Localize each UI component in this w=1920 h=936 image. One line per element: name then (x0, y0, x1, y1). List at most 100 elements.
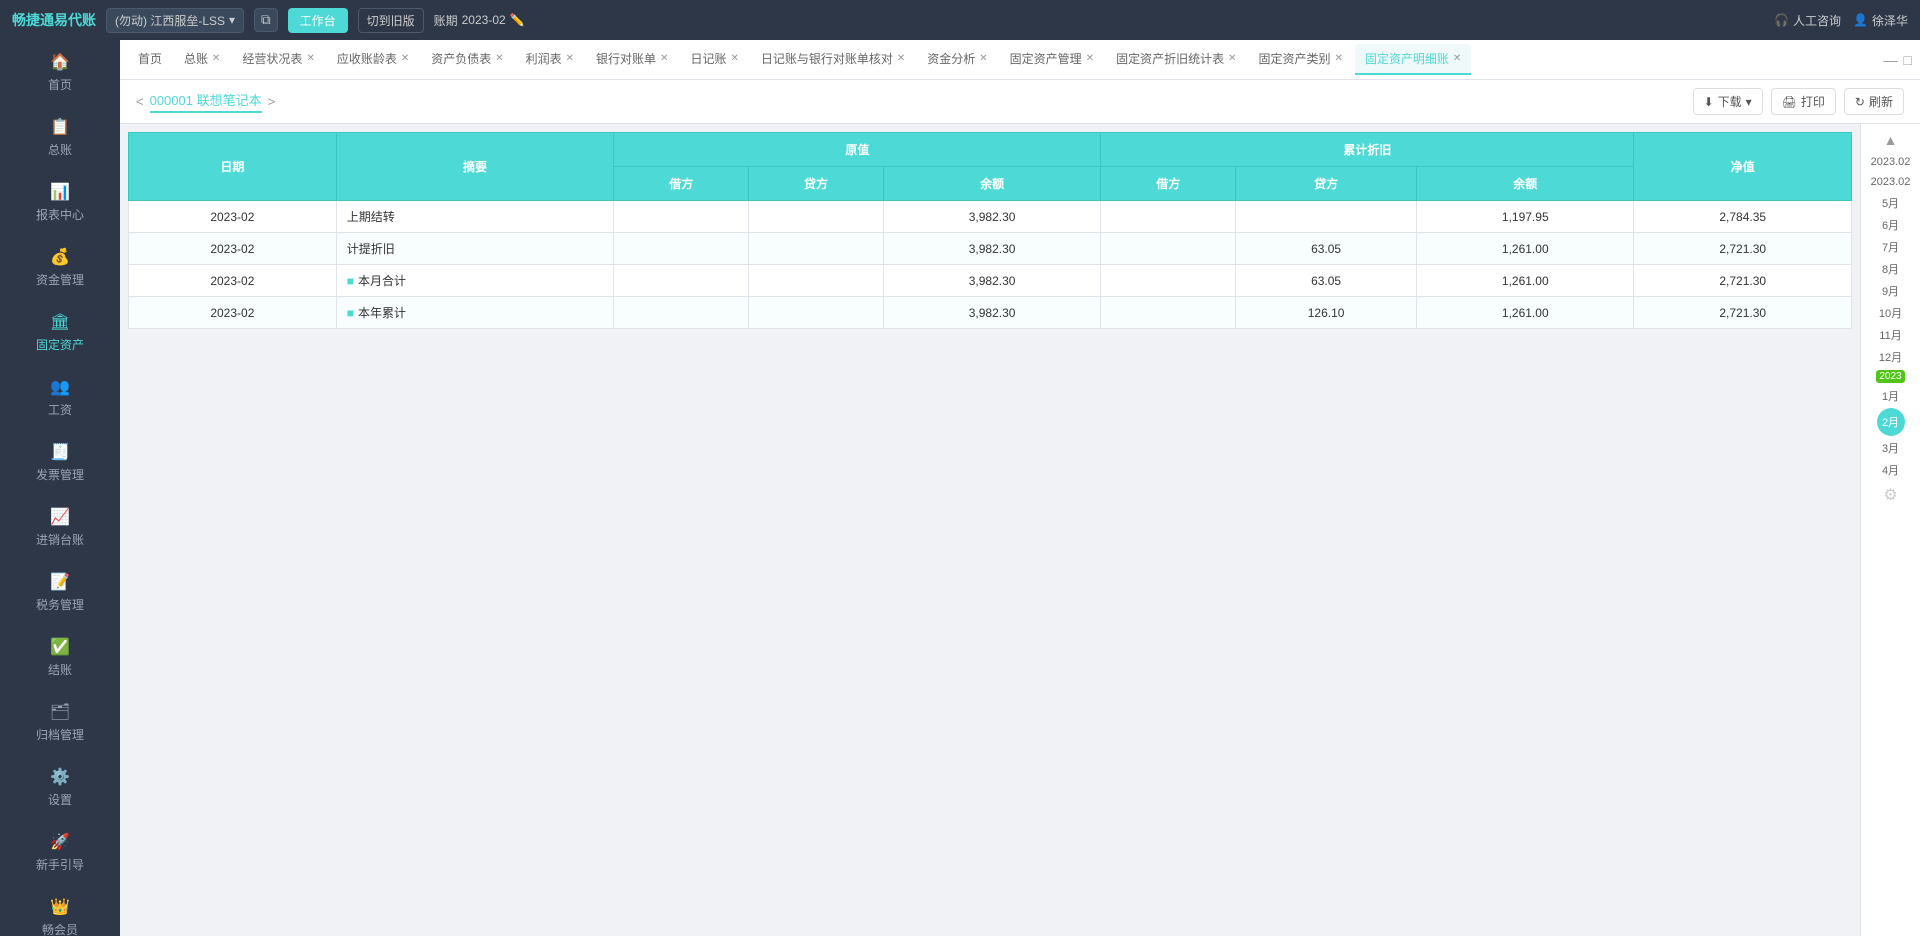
sidebar: 🏠 首页 📋 总账 📊 报表中心 💰 资金管理 🏛 固定资产 👥 工资 🧾 发票… (0, 40, 120, 936)
tab-capital-close[interactable]: ✕ (979, 53, 987, 64)
tab-assets-close[interactable]: ✕ (495, 53, 503, 64)
topbar-right: 🎧 人工咨询 👤 徐泽华 (1774, 12, 1908, 29)
tab-bank-close[interactable]: ✕ (660, 53, 668, 64)
ledger-icon: 📋 (50, 117, 70, 137)
company-selector[interactable]: (勿动) 江西服垒-LSS ▾ (106, 8, 244, 33)
cal-month-1[interactable]: 1月 (1861, 385, 1920, 407)
sidebar-item-invoice[interactable]: 🧾 发票管理 (0, 430, 120, 495)
sidebar-item-capital[interactable]: 💰 资金管理 (0, 235, 120, 300)
sidebar-label-settings: 设置 (48, 791, 72, 808)
main-content: 日期 摘要 原值 累计折旧 净值 借方 贷方 余额 借方 贷方 余额 (120, 124, 1920, 936)
refresh-button[interactable]: ↻ 刷新 (1844, 88, 1904, 115)
sidebar-item-settings[interactable]: ⚙️ 设置 (0, 755, 120, 820)
tab-receivable[interactable]: 应收账龄表 ✕ (327, 44, 419, 75)
cell-dep-credit: 126.10 (1236, 297, 1417, 329)
calendar-settings-icon[interactable]: ⚙ (1879, 481, 1901, 509)
tab-journal-close[interactable]: ✕ (730, 53, 738, 64)
tab-ledger[interactable]: 总账 ✕ (174, 44, 230, 75)
sidebar-item-archive[interactable]: 🗂 归档管理 (0, 690, 120, 755)
breadcrumb-forward[interactable]: > (268, 94, 276, 109)
calendar-scroll-up[interactable]: ▲ (1880, 128, 1902, 152)
tab-minimize-icon[interactable]: — (1884, 52, 1898, 68)
invoice-icon: 🧾 (50, 442, 70, 462)
tab-journal[interactable]: 日记账 ✕ (680, 44, 748, 75)
tab-receivable-close[interactable]: ✕ (401, 53, 409, 64)
calendar-year-1: 2023.02 (1869, 152, 1913, 172)
support-label: 人工咨询 (1793, 12, 1841, 29)
tab-capital[interactable]: 资金分析 ✕ (917, 44, 997, 75)
tab-ledger-close[interactable]: ✕ (212, 53, 220, 64)
sidebar-label-payroll: 工资 (48, 401, 72, 418)
tab-fixed-dep-close[interactable]: ✕ (1228, 53, 1236, 64)
tab-maximize-icon[interactable]: □ (1904, 52, 1912, 68)
tab-fixed-cat-label: 固定资产类别 (1258, 50, 1330, 67)
cell-dep-debit (1101, 201, 1236, 233)
cal-month-5[interactable]: 5月 (1861, 192, 1920, 214)
cal-month-6[interactable]: 6月 (1861, 214, 1920, 236)
tab-fixed-dep[interactable]: 固定资产折旧统计表 ✕ (1106, 44, 1246, 75)
sales-icon: 📈 (50, 507, 70, 527)
refresh-icon: ↻ (1855, 95, 1865, 109)
refresh-label: 刷新 (1869, 93, 1893, 110)
cal-month-7[interactable]: 7月 (1861, 236, 1920, 258)
cell-date: 2023-02 (129, 233, 337, 265)
tab-fixed-mgmt-close[interactable]: ✕ (1086, 53, 1094, 64)
cell-desc: 上期结转 (336, 201, 614, 233)
tab-business[interactable]: 经营状况表 ✕ (232, 44, 324, 75)
support-button[interactable]: 🎧 人工咨询 (1774, 12, 1841, 29)
cal-month-9[interactable]: 9月 (1861, 280, 1920, 302)
cell-desc: ■本月合计 (336, 265, 614, 297)
sidebar-item-settle[interactable]: ✅ 结账 (0, 625, 120, 690)
content-area: 首页 总账 ✕ 经营状况表 ✕ 应收账龄表 ✕ 资产负债表 ✕ 利润表 ✕ (120, 40, 1920, 936)
breadcrumb-back[interactable]: < (136, 94, 144, 109)
tab-assets[interactable]: 资产负债表 ✕ (421, 44, 513, 75)
tab-bank[interactable]: 银行对账单 ✕ (586, 44, 678, 75)
cal-month-4[interactable]: 4月 (1861, 459, 1920, 481)
download-icon: ⬇ (1704, 95, 1714, 109)
sidebar-item-member[interactable]: 👑 畅会员 (0, 885, 120, 936)
sidebar-label-guide: 新手引导 (36, 856, 84, 873)
user-name: 徐泽华 (1872, 12, 1908, 29)
th-original: 原值 (614, 133, 1101, 167)
settle-icon: ✅ (50, 637, 70, 657)
breadcrumb-current[interactable]: 000001 联想笔记本 (150, 90, 262, 113)
cal-month-12[interactable]: 12月 (1861, 346, 1920, 368)
tab-journal-bank[interactable]: 日记账与银行对账单核对 ✕ (751, 44, 915, 75)
sidebar-item-home[interactable]: 🏠 首页 (0, 40, 120, 105)
switch-version-button[interactable]: 切到旧版 (358, 8, 424, 33)
user-menu[interactable]: 👤 徐泽华 (1853, 12, 1908, 29)
cal-month-10[interactable]: 10月 (1861, 302, 1920, 324)
th-orig-credit: 贷方 (749, 167, 884, 201)
tab-home[interactable]: 首页 (128, 44, 172, 75)
download-button[interactable]: ⬇ 下载 ▾ (1693, 88, 1763, 115)
cal-month-2[interactable]: 2月 (1877, 408, 1905, 436)
tab-business-close[interactable]: ✕ (306, 53, 314, 64)
print-button[interactable]: 🖨 打印 (1771, 88, 1836, 115)
sidebar-item-tax[interactable]: 📝 税务管理 (0, 560, 120, 625)
sidebar-item-ledger[interactable]: 📋 总账 (0, 105, 120, 170)
cal-month-3[interactable]: 3月 (1861, 437, 1920, 459)
tab-fixed-mgmt[interactable]: 固定资产管理 ✕ (1000, 44, 1104, 75)
sidebar-label-capital: 资金管理 (36, 271, 84, 288)
tax-icon: 📝 (50, 572, 70, 592)
cal-month-11[interactable]: 11月 (1861, 324, 1920, 346)
user-avatar-icon: 👤 (1853, 13, 1868, 27)
period-edit-icon[interactable]: ✏️ (510, 13, 525, 27)
tab-fixed-detail-close[interactable]: ✕ (1453, 53, 1461, 64)
sidebar-item-guide[interactable]: 🚀 新手引导 (0, 820, 120, 885)
tab-profit-close[interactable]: ✕ (566, 53, 574, 64)
sidebar-item-sales[interactable]: 📈 进销台账 (0, 495, 120, 560)
tab-fixed-detail[interactable]: 固定资产明细账 ✕ (1355, 44, 1471, 75)
cal-month-8[interactable]: 8月 (1861, 258, 1920, 280)
copy-button[interactable]: ⧉ (254, 8, 278, 32)
tab-journal-bank-close[interactable]: ✕ (897, 53, 905, 64)
tab-assets-label: 资产负债表 (431, 50, 491, 67)
sidebar-item-reports[interactable]: 📊 报表中心 (0, 170, 120, 235)
sidebar-item-fixed[interactable]: 🏛 固定资产 (0, 300, 120, 365)
tab-profit[interactable]: 利润表 ✕ (516, 44, 584, 75)
sidebar-item-payroll[interactable]: 👥 工资 (0, 365, 120, 430)
tab-fixed-cat[interactable]: 固定资产类别 ✕ (1248, 44, 1352, 75)
workbench-button[interactable]: 工作台 (288, 8, 348, 33)
tab-fixed-cat-close[interactable]: ✕ (1335, 53, 1343, 64)
tab-business-label: 经营状况表 (242, 50, 302, 67)
